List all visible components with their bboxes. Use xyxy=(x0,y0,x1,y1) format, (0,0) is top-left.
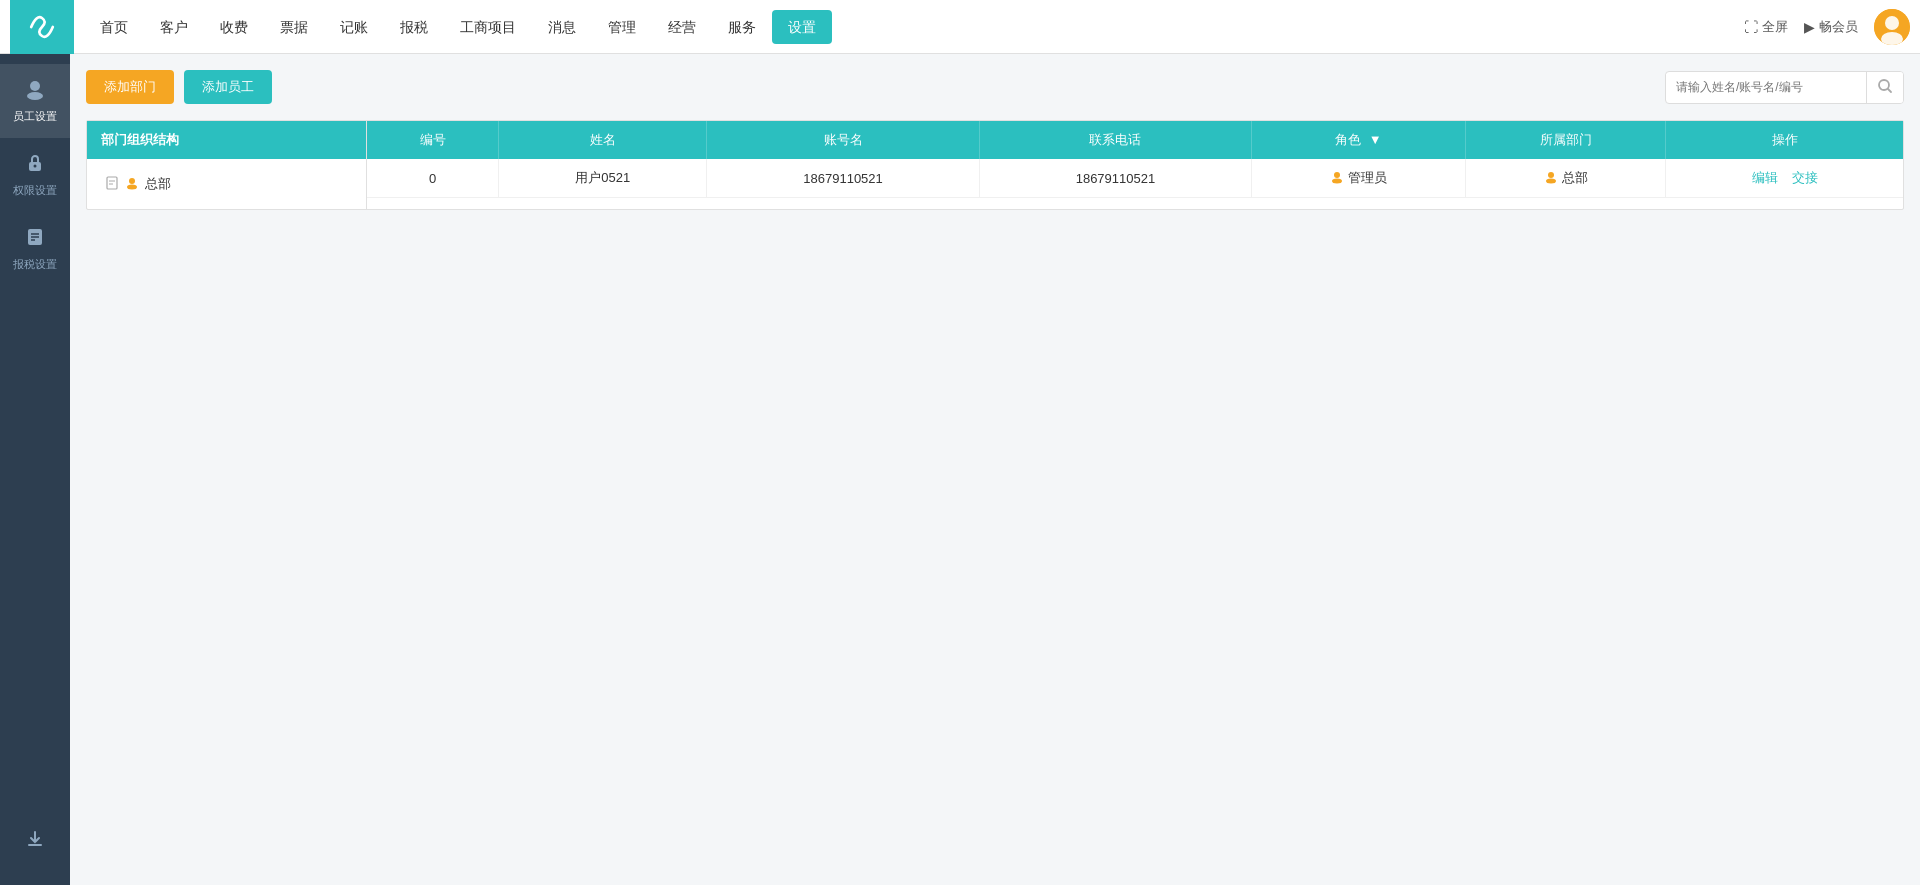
sidebar-item-permission[interactable]: 权限设置 xyxy=(0,138,70,212)
col-account: 账号名 xyxy=(707,121,979,159)
sidebar-download[interactable] xyxy=(24,814,46,869)
nav-charge[interactable]: 收费 xyxy=(204,0,264,54)
cell-actions: 编辑 交接 xyxy=(1666,159,1903,198)
panel: 部门组织结构 xyxy=(86,120,1904,210)
nav-items: 首页 客户 收费 票据 记账 报税 工商项目 消息 管理 经营 服务 设置 xyxy=(84,0,1744,54)
avatar[interactable] xyxy=(1874,9,1910,45)
cell-id: 0 xyxy=(367,159,499,198)
dept-tree-body: 总部 xyxy=(87,159,366,209)
table-wrap: 编号 姓名 账号名 联系电话 角色 ▼ 所属部门 操作 xyxy=(367,121,1903,209)
dept-file-icon xyxy=(105,176,119,193)
tax-icon xyxy=(24,226,46,253)
fullscreen-button[interactable]: ⛶ 全屏 xyxy=(1744,18,1788,36)
svg-point-3 xyxy=(30,81,40,91)
col-name: 姓名 xyxy=(499,121,707,159)
sidebar-item-tax[interactable]: 报税设置 xyxy=(0,212,70,286)
nav-client[interactable]: 客户 xyxy=(144,0,204,54)
nav-accounting[interactable]: 记账 xyxy=(324,0,384,54)
nav-message[interactable]: 消息 xyxy=(532,0,592,54)
sidebar: 员工设置 权限设置 报税设置 xyxy=(0,54,70,885)
svg-rect-14 xyxy=(107,177,117,189)
search-button[interactable] xyxy=(1866,72,1903,103)
dept-tree-item[interactable]: 总部 xyxy=(97,169,356,199)
vip-icon: ▶ xyxy=(1804,19,1815,35)
col-role: 角色 ▼ xyxy=(1252,121,1466,159)
svg-point-17 xyxy=(129,178,135,184)
vip-button[interactable]: ▶ 畅会员 xyxy=(1804,18,1858,36)
dept-tree: 部门组织结构 xyxy=(87,121,367,209)
cell-role: 管理员 xyxy=(1252,159,1466,198)
col-id: 编号 xyxy=(367,121,499,159)
nav-operation[interactable]: 经营 xyxy=(652,0,712,54)
nav-settings[interactable]: 设置 xyxy=(772,10,832,44)
top-nav: 首页 客户 收费 票据 记账 报税 工商项目 消息 管理 经营 服务 设置 ⛶ … xyxy=(0,0,1920,54)
employee-icon xyxy=(24,78,46,105)
svg-point-22 xyxy=(1546,178,1556,183)
cell-account: 18679110521 xyxy=(707,159,979,198)
nav-tax[interactable]: 报税 xyxy=(384,0,444,54)
svg-rect-11 xyxy=(28,844,42,846)
search-wrap xyxy=(1665,71,1904,104)
edit-button[interactable]: 编辑 xyxy=(1752,170,1778,185)
table-row: 0 用户0521 18679110521 18679110521 管理员 xyxy=(367,159,1903,198)
col-phone: 联系电话 xyxy=(979,121,1251,159)
main-content: 添加部门 添加员工 部门组织结构 xyxy=(70,54,1920,885)
dept-user-icon2 xyxy=(1544,170,1558,187)
toolbar: 添加部门 添加员工 xyxy=(86,70,1904,104)
sidebar-label-employee: 员工设置 xyxy=(13,109,57,124)
layout: 员工设置 权限设置 报税设置 xyxy=(0,54,1920,885)
dept-tree-header: 部门组织结构 xyxy=(87,121,366,159)
employee-table: 编号 姓名 账号名 联系电话 角色 ▼ 所属部门 操作 xyxy=(367,121,1903,198)
download-icon xyxy=(24,828,46,855)
cell-dept: 总部 xyxy=(1465,159,1666,198)
cell-name: 用户0521 xyxy=(499,159,707,198)
sidebar-label-tax: 报税设置 xyxy=(13,257,57,272)
svg-point-21 xyxy=(1548,172,1554,178)
nav-right: ⛶ 全屏 ▶ 畅会员 xyxy=(1744,9,1910,45)
nav-service[interactable]: 服务 xyxy=(712,0,772,54)
role-icon xyxy=(1330,170,1344,187)
sidebar-item-employee[interactable]: 员工设置 xyxy=(0,64,70,138)
col-action: 操作 xyxy=(1666,121,1903,159)
permission-icon xyxy=(24,152,46,179)
transfer-button[interactable]: 交接 xyxy=(1792,170,1818,185)
cell-phone: 18679110521 xyxy=(979,159,1251,198)
nav-business[interactable]: 工商项目 xyxy=(444,0,532,54)
nav-bill[interactable]: 票据 xyxy=(264,0,324,54)
svg-point-18 xyxy=(127,184,137,189)
svg-point-4 xyxy=(27,92,43,100)
search-input[interactable] xyxy=(1666,74,1866,100)
fullscreen-icon: ⛶ xyxy=(1744,19,1758,35)
svg-point-19 xyxy=(1334,172,1340,178)
svg-line-13 xyxy=(1888,89,1891,92)
nav-home[interactable]: 首页 xyxy=(84,0,144,54)
sidebar-bottom xyxy=(24,814,46,885)
svg-point-20 xyxy=(1332,178,1342,183)
dept-name: 总部 xyxy=(145,175,171,193)
svg-point-1 xyxy=(1885,16,1899,30)
fullscreen-label: 全屏 xyxy=(1762,18,1788,36)
logo xyxy=(10,0,74,54)
filter-icon[interactable]: ▼ xyxy=(1369,132,1382,147)
vip-label: 畅会员 xyxy=(1819,18,1858,36)
dept-user-icon xyxy=(125,176,139,193)
svg-point-6 xyxy=(34,165,37,168)
sidebar-label-permission: 权限设置 xyxy=(13,183,57,198)
col-dept: 所属部门 xyxy=(1465,121,1666,159)
nav-manage[interactable]: 管理 xyxy=(592,0,652,54)
add-dept-button[interactable]: 添加部门 xyxy=(86,70,174,104)
add-staff-button[interactable]: 添加员工 xyxy=(184,70,272,104)
